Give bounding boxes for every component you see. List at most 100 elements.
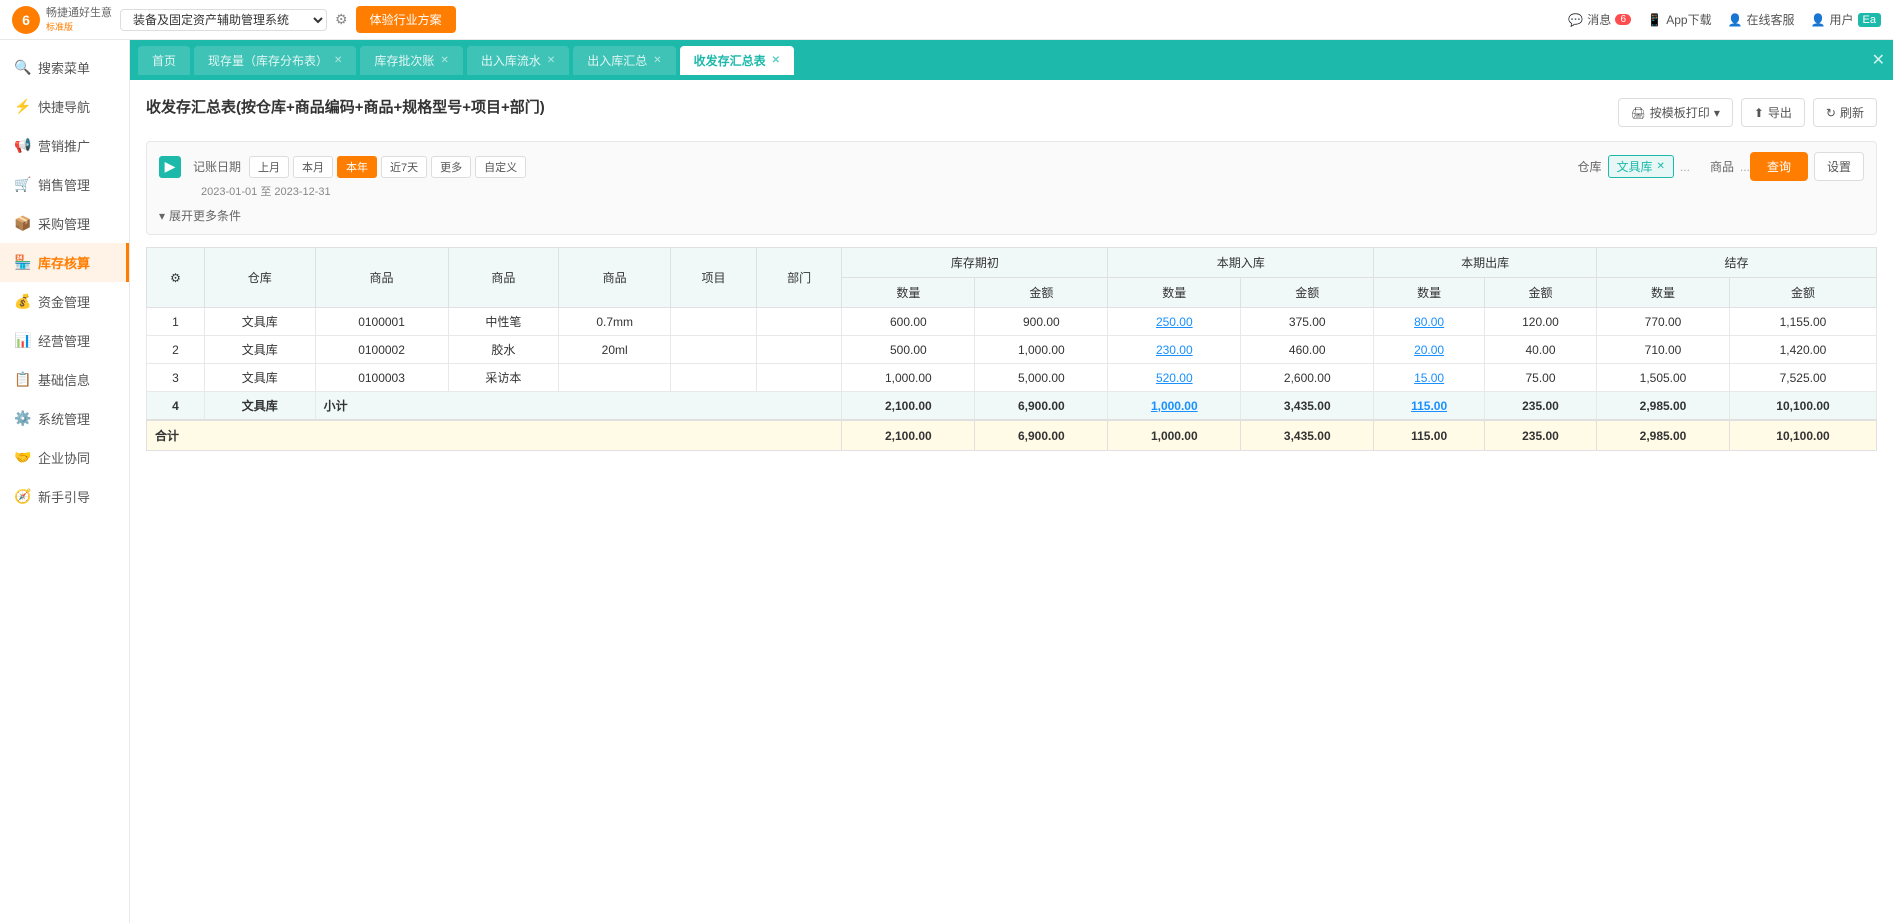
th-in-qty: 数量 — [1108, 278, 1241, 308]
tab-close-inventory-dist[interactable]: ✕ — [334, 55, 342, 66]
sidebar-item-finance[interactable]: 💰 资金管理 — [0, 282, 129, 321]
warehouse-more-btn[interactable]: ... — [1680, 160, 1690, 174]
sidebar-item-purchase[interactable]: 📦 采购管理 — [0, 204, 129, 243]
tab-inventory-dist[interactable]: 现存量（库存分布表） ✕ — [194, 46, 356, 75]
system-select[interactable]: 装备及固定资产辅助管理系统 — [120, 9, 327, 31]
page-inner: 收发存汇总表(按仓库+商品编码+商品+规格型号+项目+部门) 🖨 按模板打印 ▾… — [130, 80, 1893, 923]
sidebar-item-inventory[interactable]: 🏪 库存核算 — [0, 243, 129, 282]
compass-icon: 🧭 — [14, 488, 30, 505]
sidebar-item-system[interactable]: ⚙️ 系统管理 — [0, 399, 129, 438]
product-more-btn[interactable]: ... — [1740, 160, 1750, 174]
app-container: 6 畅捷通好生意 标准版 装备及固定资产辅助管理系统 ⚙ 体验行业方案 💬 消息… — [0, 0, 1893, 923]
message-badge: 6 — [1615, 14, 1631, 25]
th-out-amount: 金额 — [1484, 278, 1596, 308]
table-row: 1 文具库 0100001 中性笔 0.7mm 600.00 900.00 25… — [147, 308, 1877, 336]
data-table: ⚙ 仓库 商品 商品 商品 项目 部门 库存期初 本期入库 — [146, 247, 1877, 451]
close-tab-icon[interactable]: ✕ — [1872, 50, 1885, 70]
tab-flow[interactable]: 出入库流水 ✕ — [467, 46, 569, 75]
sidebar-item-search[interactable]: 🔍 搜索菜单 — [0, 48, 129, 87]
warehouse-tag-close[interactable]: ✕ — [1657, 161, 1665, 172]
chart-icon: 📊 — [14, 332, 30, 349]
date-buttons: 上月 本月 本年 近7天 更多 自定义 — [249, 156, 526, 178]
query-button[interactable]: 查询 — [1750, 152, 1808, 181]
date-btn-7days[interactable]: 近7天 — [381, 156, 427, 178]
settings-gear-icon[interactable]: ⚙ — [335, 11, 348, 28]
logo-area: 6 畅捷通好生意 标准版 — [12, 6, 112, 34]
logo-subtitle: 畅捷通好生意 — [46, 6, 112, 20]
top-bar-right: 💬 消息 6 📱 App下载 👤 在线客服 👤 用户 Ea — [1568, 11, 1881, 28]
export-button[interactable]: ⬆ 导出 — [1741, 98, 1805, 127]
user-item[interactable]: 👤 用户 Ea — [1811, 11, 1881, 28]
total-in-qty: 1,000.00 — [1108, 420, 1241, 451]
th-product-spec: 商品 — [559, 248, 671, 308]
export-icon: ⬆ — [1754, 106, 1764, 120]
sidebar-item-enterprise[interactable]: 🤝 企业协同 — [0, 438, 129, 477]
table-settings-button[interactable]: 设置 — [1814, 152, 1864, 181]
warehouse-filter-label: 仓库 — [1578, 158, 1602, 175]
date-btn-this-month[interactable]: 本月 — [293, 156, 333, 178]
refresh-icon: ↻ — [1826, 106, 1836, 120]
table-row: 2 文具库 0100002 胶水 20ml 500.00 1,000.00 23… — [147, 336, 1877, 364]
top-bar: 6 畅捷通好生意 标准版 装备及固定资产辅助管理系统 ⚙ 体验行业方案 💬 消息… — [0, 0, 1893, 40]
tab-close-summary[interactable]: ✕ — [653, 55, 661, 66]
th-in-group: 本期入库 — [1108, 248, 1374, 278]
print-button[interactable]: 🖨 按模板打印 ▾ — [1618, 98, 1733, 127]
th-closing-group: 结存 — [1597, 248, 1877, 278]
total-in-amount: 3,435.00 — [1241, 420, 1374, 451]
date-btn-more[interactable]: 更多 — [431, 156, 471, 178]
megaphone-icon: 📢 — [14, 137, 30, 154]
th-department: 部门 — [756, 248, 842, 308]
tab-recv-send[interactable]: 收发存汇总表 ✕ — [680, 46, 794, 75]
total-opening-qty: 2,100.00 — [842, 420, 975, 451]
total-row: 合计 2,100.00 6,900.00 1,000.00 3,435.00 1… — [147, 420, 1877, 451]
th-opening-qty: 数量 — [842, 278, 975, 308]
total-closing-qty: 2,985.00 — [1597, 420, 1730, 451]
th-settings[interactable]: ⚙ — [147, 248, 205, 308]
sidebar-item-operation[interactable]: 📊 经营管理 — [0, 321, 129, 360]
logo-icon: 6 — [12, 6, 40, 34]
trial-button[interactable]: 体验行业方案 — [356, 6, 456, 33]
tab-home[interactable]: 首页 — [138, 46, 190, 75]
date-btn-last-month[interactable]: 上月 — [249, 156, 289, 178]
date-btn-this-year[interactable]: 本年 — [337, 156, 377, 178]
sidebar-item-quick-nav[interactable]: ⚡ 快捷导航 — [0, 87, 129, 126]
refresh-button[interactable]: ↻ 刷新 — [1813, 98, 1877, 127]
filter-bar: ▶ 记账日期 上月 本月 本年 近7天 更多 自定义 — [146, 141, 1877, 235]
table-container: ⚙ 仓库 商品 商品 商品 项目 部门 库存期初 本期入库 — [146, 247, 1877, 451]
sidebar-item-guide[interactable]: 🧭 新手引导 — [0, 477, 129, 516]
print-icon: 🖨 — [1631, 106, 1646, 120]
sidebar-item-sales[interactable]: 🛒 销售管理 — [0, 165, 129, 204]
tab-batch[interactable]: 库存批次账 ✕ — [360, 46, 462, 75]
tab-bar: 首页 现存量（库存分布表） ✕ 库存批次账 ✕ 出入库流水 ✕ 出入库汇总 ✕ — [130, 40, 1893, 80]
main-layout: 🔍 搜索菜单 ⚡ 快捷导航 📢 营销推广 🛒 销售管理 📦 采购管理 🏪 — [0, 40, 1893, 923]
user-icon: 👤 — [1811, 13, 1826, 27]
money-icon: 💰 — [14, 293, 30, 310]
sidebar-item-marketing[interactable]: 📢 营销推广 — [0, 126, 129, 165]
tab-summary[interactable]: 出入库汇总 ✕ — [573, 46, 675, 75]
box-icon: 📦 — [14, 215, 30, 232]
clipboard-icon: 📋 — [14, 371, 30, 388]
expand-more-btn[interactable]: ▾ 展开更多条件 — [159, 207, 241, 224]
online-service-item[interactable]: 👤 在线客服 — [1728, 11, 1795, 28]
message-item[interactable]: 💬 消息 6 — [1568, 11, 1631, 28]
settings-icon[interactable]: ⚙ — [170, 271, 181, 285]
sidebar-item-basic[interactable]: 📋 基础信息 — [0, 360, 129, 399]
tab-close-flow[interactable]: ✕ — [547, 55, 555, 66]
tab-close-batch[interactable]: ✕ — [440, 55, 448, 66]
warehouse-tag: 文具库 ✕ — [1608, 155, 1674, 178]
th-opening-group: 库存期初 — [842, 248, 1108, 278]
th-in-amount: 金额 — [1241, 278, 1374, 308]
phone-icon: 📱 — [1647, 13, 1662, 27]
filter-expand-arrow[interactable]: ▶ — [159, 156, 181, 178]
date-btn-custom[interactable]: 自定义 — [475, 156, 526, 178]
total-out-amount: 235.00 — [1484, 420, 1596, 451]
total-label: 合计 — [147, 420, 842, 451]
top-bar-left: 6 畅捷通好生意 标准版 装备及固定资产辅助管理系统 ⚙ 体验行业方案 — [12, 6, 456, 34]
app-download-item[interactable]: 📱 App下载 — [1647, 11, 1711, 28]
user-abbr: Ea — [1858, 13, 1881, 27]
date-filter-section: 记账日期 上月 本月 本年 近7天 更多 自定义 — [193, 156, 1558, 178]
th-closing-qty: 数量 — [1597, 278, 1730, 308]
th-product-code: 商品 — [315, 248, 448, 308]
tab-close-recv-send[interactable]: ✕ — [772, 55, 780, 66]
cart-icon: 🛒 — [14, 176, 30, 193]
